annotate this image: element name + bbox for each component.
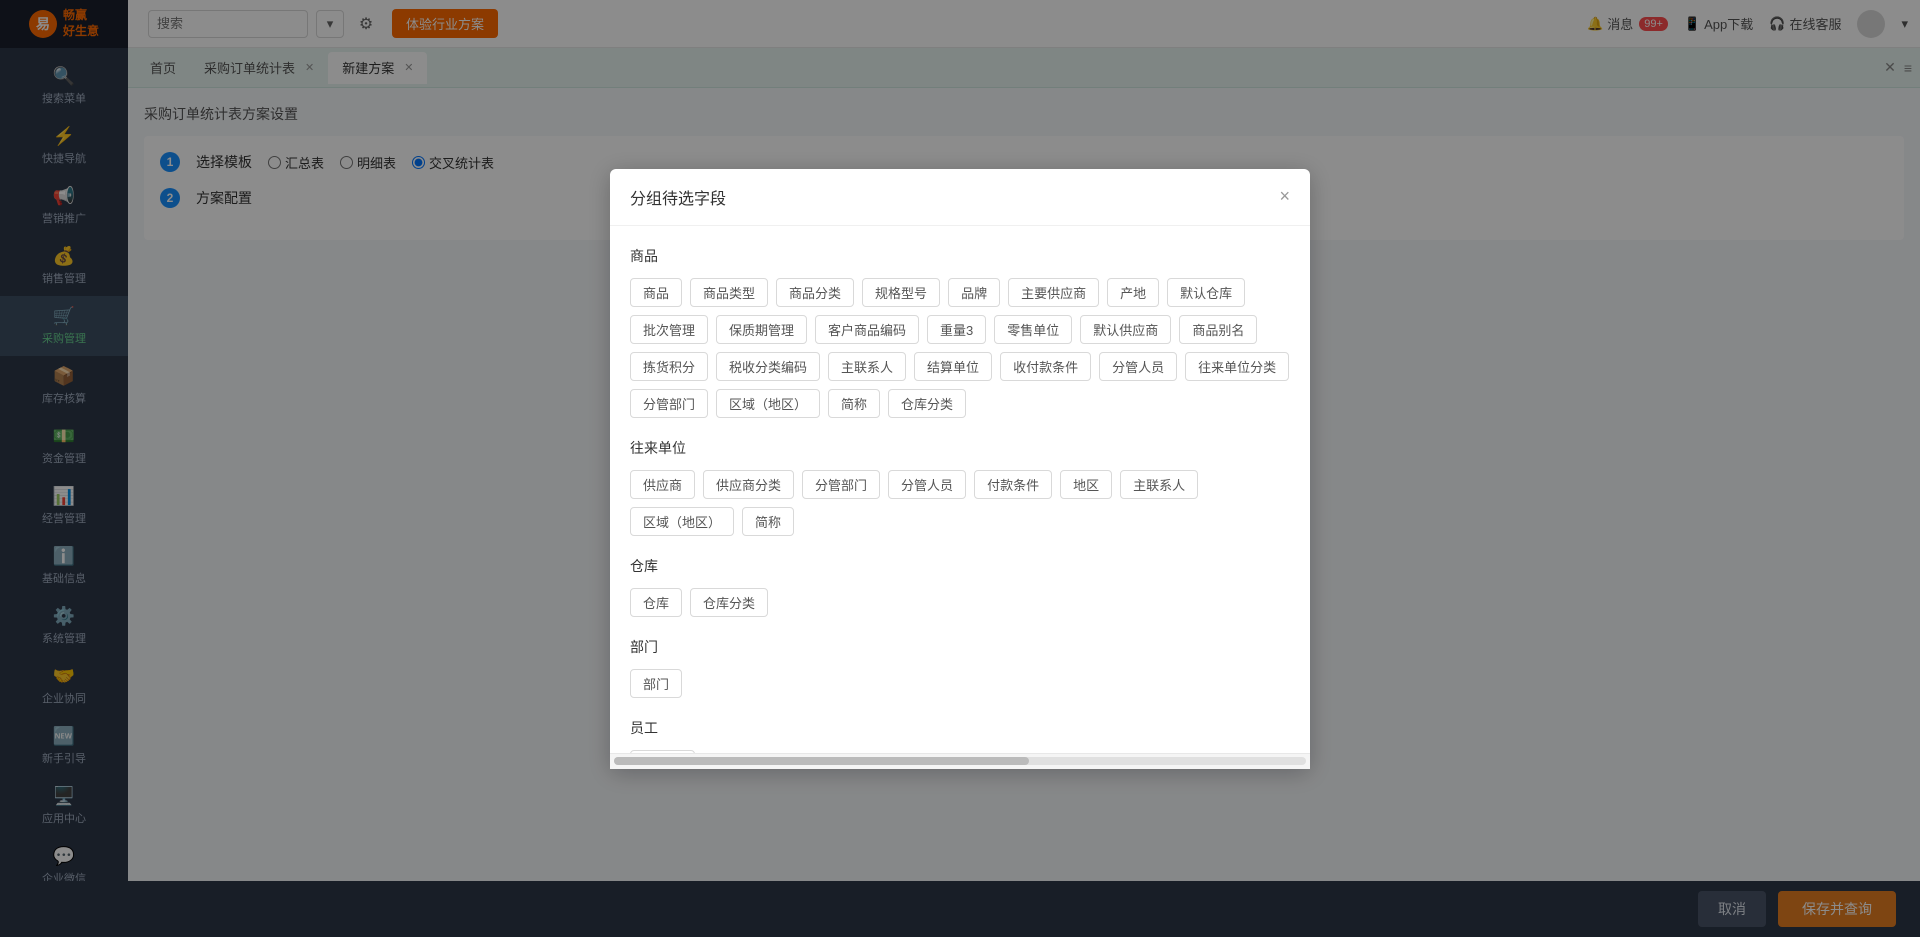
tag-goods-19[interactable]: 收付款条件: [1000, 352, 1091, 381]
tag-partner-0[interactable]: 供应商: [630, 470, 695, 499]
section-title-partner: 往来单位: [630, 438, 1290, 458]
tag-grid-partner: 供应商供应商分类分管部门分管人员付款条件地区主联系人区域（地区） 简称: [630, 470, 1290, 536]
modal-section-goods: 商品商品商品类型商品分类规格型号品牌主要供应商产地默认仓库批次管理保质期管理客户…: [630, 246, 1290, 418]
tag-goods-20[interactable]: 分管人员: [1099, 352, 1177, 381]
section-title-goods: 商品: [630, 246, 1290, 266]
tag-partner-6[interactable]: 主联系人: [1120, 470, 1198, 499]
tag-goods-6[interactable]: 产地: [1107, 278, 1159, 307]
tag-grid-warehouse: 仓库仓库分类: [630, 588, 1290, 617]
modal-header: 分组待选字段 ×: [610, 169, 1310, 226]
tag-goods-15[interactable]: 拣货积分: [630, 352, 708, 381]
tag-goods-11[interactable]: 重量3: [927, 315, 986, 344]
modal-title: 分组待选字段: [630, 185, 726, 209]
tag-partner-3[interactable]: 分管人员: [888, 470, 966, 499]
tag-department-0[interactable]: 部门: [630, 669, 682, 698]
modal: 分组待选字段 × 商品商品商品类型商品分类规格型号品牌主要供应商产地默认仓库批次…: [610, 169, 1310, 769]
tag-grid-goods: 商品商品类型商品分类规格型号品牌主要供应商产地默认仓库批次管理保质期管理客户商品…: [630, 278, 1290, 418]
tag-goods-0[interactable]: 商品: [630, 278, 682, 307]
tag-partner-4[interactable]: 付款条件: [974, 470, 1052, 499]
tag-partner-7[interactable]: 区域（地区）: [630, 507, 734, 536]
scrollbar-thumb: [614, 757, 1029, 765]
tag-partner-2[interactable]: 分管部门: [802, 470, 880, 499]
tag-partner-5[interactable]: 地区: [1060, 470, 1112, 499]
tag-goods-14[interactable]: 商品别名: [1179, 315, 1257, 344]
tag-goods-22[interactable]: 分管部门: [630, 389, 708, 418]
tag-goods-16[interactable]: 税收分类编码: [716, 352, 820, 381]
tag-goods-23[interactable]: 区域（地区）: [716, 389, 820, 418]
tag-goods-5[interactable]: 主要供应商: [1008, 278, 1099, 307]
tag-partner-1[interactable]: 供应商分类: [703, 470, 794, 499]
tag-goods-7[interactable]: 默认仓库: [1167, 278, 1245, 307]
modal-section-department: 部门部门: [630, 637, 1290, 698]
tag-goods-17[interactable]: 主联系人: [828, 352, 906, 381]
tag-goods-4[interactable]: 品牌: [948, 278, 1000, 307]
modal-section-warehouse: 仓库仓库仓库分类: [630, 556, 1290, 617]
tag-goods-24[interactable]: 简称: [828, 389, 880, 418]
modal-section-partner: 往来单位供应商供应商分类分管部门分管人员付款条件地区主联系人区域（地区） 简称: [630, 438, 1290, 536]
tag-goods-21[interactable]: 往来单位分类: [1185, 352, 1289, 381]
tag-goods-18[interactable]: 结算单位: [914, 352, 992, 381]
tag-partner-8[interactable]: 简称: [742, 507, 794, 536]
modal-overlay: 分组待选字段 × 商品商品商品类型商品分类规格型号品牌主要供应商产地默认仓库批次…: [0, 0, 1920, 937]
modal-body[interactable]: 商品商品商品类型商品分类规格型号品牌主要供应商产地默认仓库批次管理保质期管理客户…: [610, 226, 1310, 753]
tag-goods-1[interactable]: 商品类型: [690, 278, 768, 307]
tag-goods-9[interactable]: 保质期管理: [716, 315, 807, 344]
tag-warehouse-1[interactable]: 仓库分类: [690, 588, 768, 617]
tag-grid-department: 部门: [630, 669, 1290, 698]
section-title-department: 部门: [630, 637, 1290, 657]
tag-goods-13[interactable]: 默认供应商: [1080, 315, 1171, 344]
modal-section-employee: 员工业务员: [630, 718, 1290, 753]
tag-goods-2[interactable]: 商品分类: [776, 278, 854, 307]
modal-close-button[interactable]: ×: [1279, 186, 1290, 207]
modal-scroll-bar: [610, 753, 1310, 769]
tag-goods-12[interactable]: 零售单位: [994, 315, 1072, 344]
section-title-employee: 员工: [630, 718, 1290, 738]
tag-goods-8[interactable]: 批次管理: [630, 315, 708, 344]
tag-goods-25[interactable]: 仓库分类: [888, 389, 966, 418]
tag-goods-3[interactable]: 规格型号: [862, 278, 940, 307]
tag-goods-10[interactable]: 客户商品编码: [815, 315, 919, 344]
horizontal-scrollbar[interactable]: [614, 757, 1306, 765]
tag-warehouse-0[interactable]: 仓库: [630, 588, 682, 617]
section-title-warehouse: 仓库: [630, 556, 1290, 576]
